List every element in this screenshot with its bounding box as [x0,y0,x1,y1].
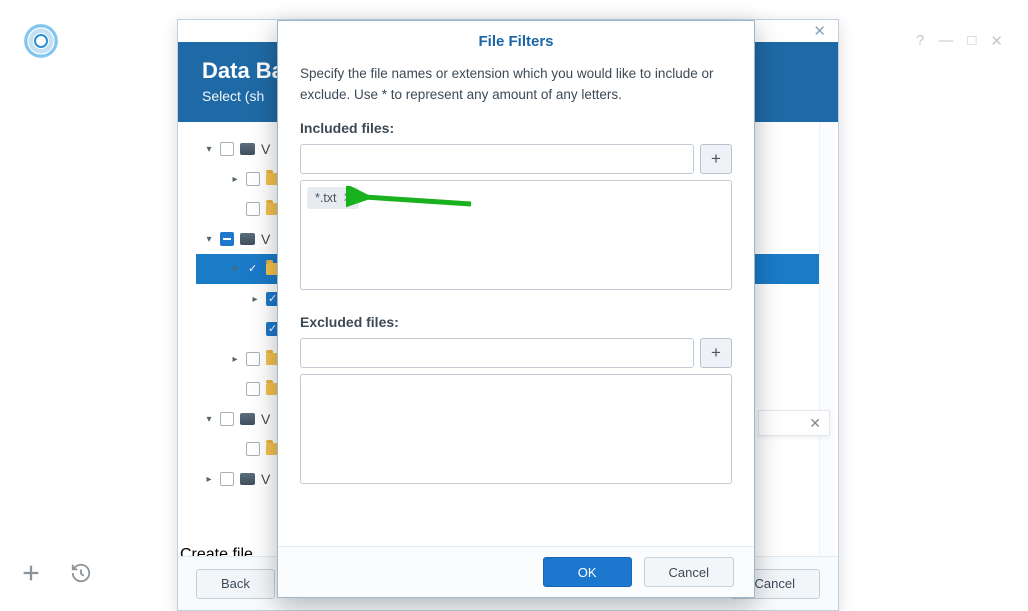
tree-label: V [261,231,270,247]
excluded-add-row: + [300,338,732,368]
checkbox[interactable] [246,442,260,456]
excluded-input[interactable] [300,338,694,368]
checkbox[interactable] [246,262,260,276]
checkbox[interactable] [220,142,234,156]
included-label: Included files: [300,120,732,136]
help-icon[interactable]: ? [916,32,924,50]
history-icon[interactable] [70,562,92,589]
tree-label: V [261,471,270,487]
close-icon[interactable]: ✕ [990,32,1003,50]
volume-icon [240,473,255,485]
checkbox[interactable] [220,472,234,486]
expand-arrow-icon[interactable]: ▸ [250,294,260,305]
ok-button[interactable]: OK [543,557,632,587]
backup-scrollbar[interactable] [819,122,834,562]
modal-cancel-button[interactable]: Cancel [644,557,734,587]
mini-overlay: ✕ [758,410,830,436]
modal-body: Specify the file names or extension whic… [278,60,754,546]
included-add-button[interactable]: + [700,144,732,174]
expand-arrow-icon[interactable]: ▾ [230,264,240,275]
expand-arrow-icon[interactable]: ▸ [230,174,240,185]
remove-tag-icon[interactable]: ✕ [343,190,354,206]
tree-label: V [261,411,270,427]
volume-icon [240,143,255,155]
modal-description: Specify the file names or extension whic… [300,64,732,106]
add-icon[interactable] [20,562,42,589]
tree-label: V [261,141,270,157]
excluded-add-button[interactable]: + [700,338,732,368]
back-button[interactable]: Back [196,569,275,599]
expand-arrow-icon[interactable]: ▾ [204,414,214,425]
included-input[interactable] [300,144,694,174]
checkbox[interactable] [246,172,260,186]
backup-close-icon[interactable]: ✕ [813,22,826,40]
outer-window-controls: ? — □ ✕ [916,32,1003,50]
checkbox[interactable] [246,382,260,396]
minimize-icon[interactable]: — [938,32,953,50]
checkbox[interactable] [220,232,234,246]
included-tag-box[interactable]: *.txt ✕ [300,180,732,290]
expand-arrow-icon[interactable]: ▸ [230,354,240,365]
checkbox[interactable] [246,202,260,216]
mini-close-icon[interactable]: ✕ [809,415,821,432]
expand-arrow-icon[interactable]: ▸ [204,474,214,485]
volume-icon [240,413,255,425]
expand-arrow-icon[interactable]: ▾ [204,234,214,245]
app-logo-icon[interactable] [24,24,58,58]
maximize-icon[interactable]: □ [967,32,976,50]
volume-icon [240,233,255,245]
filter-tag-text: *.txt [315,191,337,205]
excluded-tag-box[interactable] [300,374,732,484]
included-add-row: + [300,144,732,174]
bottom-toolbar [20,562,92,589]
excluded-label: Excluded files: [300,314,732,330]
filter-tag[interactable]: *.txt ✕ [307,187,359,209]
checkbox[interactable] [220,412,234,426]
checkbox[interactable] [246,352,260,366]
file-filters-modal: File Filters Specify the file names or e… [277,20,755,598]
modal-title: File Filters [278,21,754,60]
modal-footer: OK Cancel [278,546,754,597]
expand-arrow-icon[interactable]: ▾ [204,144,214,155]
